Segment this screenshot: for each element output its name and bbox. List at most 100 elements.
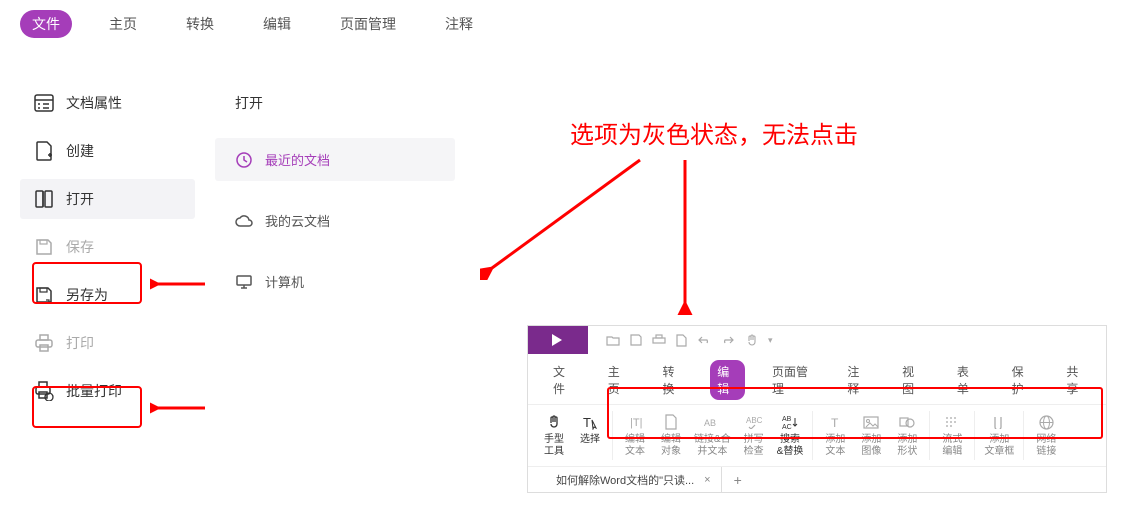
file-properties[interactable]: 文档属性	[20, 83, 195, 123]
mini-tab-protect[interactable]: 保护	[1005, 360, 1040, 400]
file-save-as[interactable]: 另存为	[20, 275, 195, 315]
open-icon	[34, 189, 54, 209]
save-as-icon	[34, 285, 54, 305]
qat-dropdown-icon[interactable]: ▾	[768, 335, 773, 346]
ribbon-add-shape: 添加 形状	[889, 411, 925, 460]
tab-home[interactable]: 主页	[97, 10, 149, 38]
mini-tab-file[interactable]: 文件	[546, 360, 581, 400]
arrow-annotation-left	[480, 150, 650, 280]
app-logo	[528, 326, 588, 354]
ribbon-link-merge-label: 链接&合 并文本	[694, 434, 731, 458]
print-icon	[34, 333, 54, 353]
open-subpanel: 打开 最近的文档 我的云文档 计算机	[195, 53, 455, 411]
document-tab[interactable]: 如何解除Word文档的"只读... ×	[546, 467, 722, 492]
open-computer-label: 计算机	[265, 272, 304, 291]
mini-tab-bar: 文件 主页 转换 编辑 页面管理 注释 视图 表单 保护 共享	[528, 354, 1106, 405]
file-print: 打印	[20, 323, 195, 363]
ribbon-search-label: 搜索 &替换	[777, 434, 804, 458]
open-computer[interactable]: 计算机	[215, 260, 455, 303]
new-tab-button[interactable]: +	[722, 472, 754, 488]
mini-tab-edit[interactable]: 编辑	[710, 360, 745, 400]
ribbon-add-image-label: 添加 图像	[861, 434, 881, 458]
add-image-icon	[862, 413, 880, 431]
file-open[interactable]: 打开	[20, 179, 195, 219]
qat-redo-icon[interactable]	[721, 335, 735, 345]
document-tab-bar: 如何解除Word文档的"只读... × +	[528, 466, 1106, 492]
mini-tab-pages[interactable]: 页面管理	[765, 360, 820, 400]
mini-tab-home[interactable]: 主页	[601, 360, 636, 400]
qat-undo-icon[interactable]	[697, 335, 711, 345]
add-text-icon: T	[826, 413, 844, 431]
ribbon-search[interactable]: ABAC 搜索 &替换	[772, 411, 809, 460]
mini-tab-convert[interactable]: 转换	[655, 360, 690, 400]
top-tab-bar: 文件 主页 转换 编辑 页面管理 注释	[20, 5, 490, 53]
mini-app-window: ▾ 文件 主页 转换 编辑 页面管理 注释 视图 表单 保护 共享 手型 工具 …	[527, 325, 1107, 493]
ribbon-edit-text: |T| 编辑 文本	[617, 411, 653, 460]
ribbon-select[interactable]: T 选择	[572, 411, 608, 460]
hand-icon	[545, 413, 563, 431]
open-cloud-label: 我的云文档	[265, 211, 330, 230]
ribbon-spell-label: 拼写 检查	[744, 434, 764, 458]
mini-tab-comment[interactable]: 注释	[840, 360, 875, 400]
ribbon-weblink-label: 网络 链接	[1036, 434, 1056, 458]
svg-text:T: T	[831, 416, 839, 429]
qat-open-icon[interactable]	[606, 334, 620, 346]
clock-icon	[235, 151, 253, 169]
flow-icon	[943, 413, 961, 431]
file-menu-sidebar: 文档属性 创建 打开 保存	[20, 53, 195, 411]
ribbon-hand-tool[interactable]: 手型 工具	[536, 411, 572, 460]
ribbon-add-shape-label: 添加 形状	[897, 434, 917, 458]
file-print-label: 打印	[66, 333, 94, 353]
tab-comment[interactable]: 注释	[433, 10, 485, 38]
ribbon-flow-label: 流式 编辑	[942, 434, 962, 458]
file-save-as-label: 另存为	[66, 285, 108, 305]
svg-text:AC: AC	[782, 424, 792, 430]
create-icon	[34, 141, 54, 161]
mini-tab-view[interactable]: 视图	[895, 360, 930, 400]
spell-icon: ABC	[745, 413, 763, 431]
file-save: 保存	[20, 227, 195, 267]
ribbon-add-text: T 添加 文本	[817, 411, 853, 460]
qat-print-icon[interactable]	[652, 334, 666, 346]
ribbon-edit-object: 编辑 对象	[653, 411, 689, 460]
ribbon-edit-text-label: 编辑 文本	[625, 434, 645, 458]
file-batch-print[interactable]: 批量打印	[20, 371, 195, 411]
edit-text-icon: |T|	[626, 413, 644, 431]
mini-titlebar: ▾	[528, 326, 1106, 354]
tab-convert[interactable]: 转换	[174, 10, 226, 38]
open-title: 打开	[215, 83, 455, 138]
svg-text:|T|: |T|	[630, 417, 642, 429]
file-create[interactable]: 创建	[20, 131, 195, 171]
computer-icon	[235, 273, 253, 291]
globe-icon	[1037, 413, 1055, 431]
qat-save-icon[interactable]	[630, 334, 642, 346]
tab-pages[interactable]: 页面管理	[328, 10, 408, 38]
ribbon-add-image: 添加 图像	[853, 411, 889, 460]
qat-doc-icon[interactable]	[676, 334, 687, 347]
ribbon-edit-object-label: 编辑 对象	[661, 434, 681, 458]
ribbon-hand-label: 手型 工具	[544, 434, 564, 458]
arrow-annotation-down	[670, 155, 700, 315]
qat-hand-icon[interactable]	[745, 334, 758, 347]
ribbon-flow-edit: 流式 编辑	[934, 411, 970, 460]
close-tab-icon[interactable]: ×	[704, 474, 710, 486]
mini-tab-form[interactable]: 表单	[950, 360, 985, 400]
ribbon-web-link: 网络 链接	[1028, 411, 1064, 460]
svg-text:AB: AB	[782, 416, 792, 423]
tab-file[interactable]: 文件	[20, 10, 72, 38]
batch-print-icon	[34, 381, 54, 401]
ribbon-spell: ABC 拼写 检查	[736, 411, 772, 460]
file-open-label: 打开	[66, 189, 94, 209]
svg-text:T: T	[583, 415, 591, 430]
edit-object-icon	[662, 413, 680, 431]
document-tab-title: 如何解除Word文档的"只读...	[556, 472, 694, 488]
frame-icon	[990, 413, 1008, 431]
mini-tab-share[interactable]: 共享	[1059, 360, 1094, 400]
mini-ribbon: 手型 工具 T 选择 |T| 编辑 文本 编辑 对象 AB 链接&合 并文本 A…	[528, 405, 1106, 466]
open-cloud[interactable]: 我的云文档	[215, 199, 455, 242]
open-recent-label: 最近的文档	[265, 150, 330, 169]
tab-edit[interactable]: 编辑	[251, 10, 303, 38]
open-recent[interactable]: 最近的文档	[215, 138, 455, 181]
file-properties-label: 文档属性	[66, 93, 122, 113]
file-create-label: 创建	[66, 141, 94, 161]
